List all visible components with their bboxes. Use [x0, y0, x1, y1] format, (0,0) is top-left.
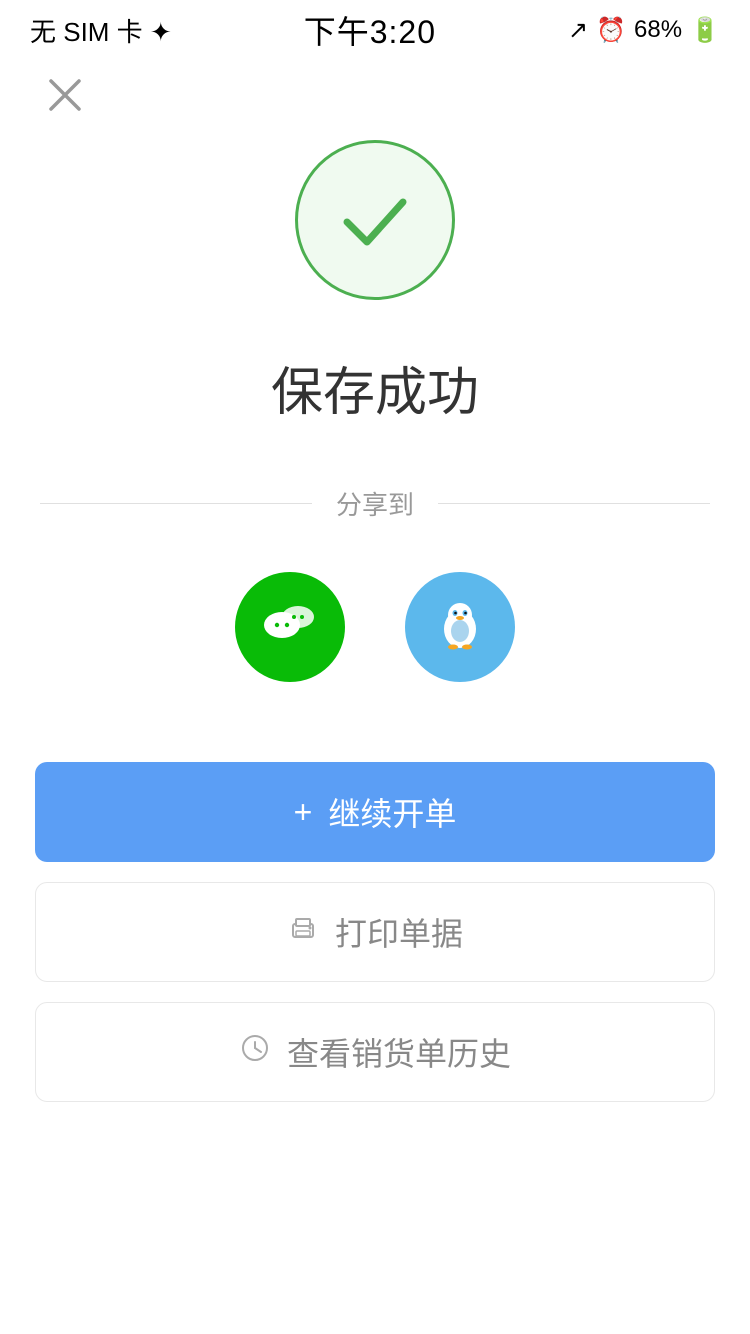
share-label: 分享到	[312, 485, 438, 522]
status-bar: 无 SIM 卡 ✦ 下午3:20 ↗ ⏰ 68% 🔋	[0, 0, 750, 60]
close-button[interactable]	[40, 70, 90, 120]
print-icon	[287, 912, 319, 952]
wechat-share-button[interactable]	[235, 572, 345, 682]
main-content: 保存成功 分享到	[0, 60, 750, 1102]
share-divider: 分享到	[0, 485, 750, 522]
history-label: 查看销货单历史	[287, 1029, 511, 1075]
battery-level: 68%	[634, 16, 682, 44]
alarm-icon: ⏰	[596, 16, 626, 45]
status-right: ↗ ⏰ 68% 🔋	[568, 16, 720, 45]
divider-right	[438, 503, 710, 504]
qq-share-button[interactable]	[405, 572, 515, 682]
action-buttons: + 继续开单 打印单据	[35, 762, 715, 1102]
continue-order-button[interactable]: + 继续开单	[35, 762, 715, 862]
share-icons-row	[235, 572, 515, 682]
battery-icon: 🔋	[690, 16, 720, 45]
divider-left	[40, 503, 312, 504]
status-time: 下午3:20	[304, 7, 436, 53]
status-left: 无 SIM 卡 ✦	[30, 12, 172, 49]
sim-label: 无 SIM 卡 ✦	[30, 12, 172, 49]
success-icon-circle	[295, 140, 455, 300]
clock-icon	[239, 1032, 271, 1072]
location-icon: ↗	[568, 16, 588, 45]
history-button[interactable]: 查看销货单历史	[35, 1002, 715, 1102]
print-label: 打印单据	[335, 909, 463, 955]
success-title: 保存成功	[271, 350, 479, 425]
print-button[interactable]: 打印单据	[35, 882, 715, 982]
plus-icon: +	[294, 794, 313, 831]
continue-order-label: 继续开单	[328, 789, 456, 835]
